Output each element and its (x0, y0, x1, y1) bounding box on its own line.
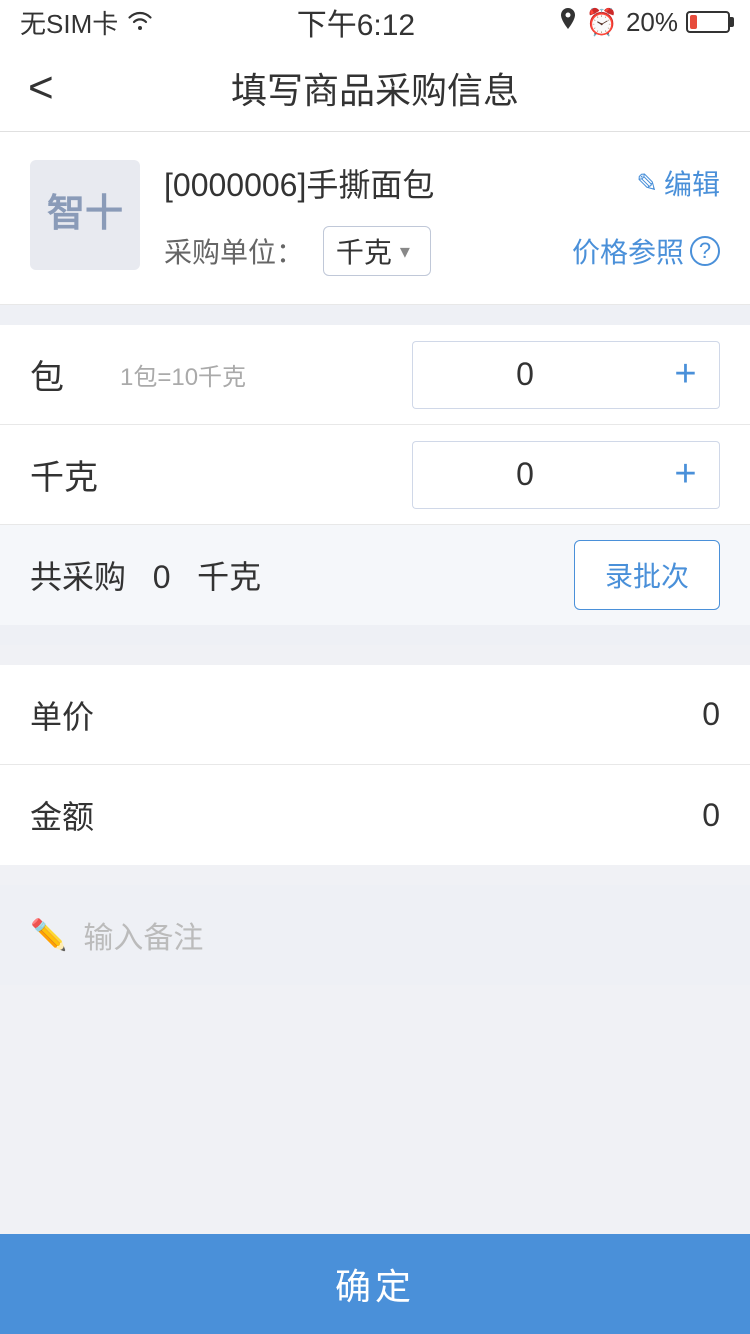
price-ref-label: 价格参照 (572, 231, 684, 271)
unit-price-label: 单价 (30, 692, 94, 738)
pencil-icon: ✏️ (30, 918, 67, 953)
remark-section[interactable]: ✏️ 输入备注 (0, 885, 750, 985)
qty-input-bag[interactable] (412, 341, 652, 409)
total-row: 共采购 0 千克 录批次 (0, 525, 750, 625)
page-title: 填写商品采购信息 (231, 62, 519, 114)
back-button[interactable]: < (28, 66, 54, 110)
qty-sub-label-bag: 1包=10千克 (120, 357, 246, 392)
product-logo: 智十 (47, 194, 123, 236)
quantity-section: 包 1包=10千克 + 千克 + 共采购 0 千克 录批次 (0, 325, 750, 625)
unit-label: 采购单位： (164, 237, 304, 268)
nav-bar: < 填写商品采购信息 (0, 44, 750, 132)
product-unit-row: 采购单位： 千克 ▾ 价格参照 ? (164, 226, 720, 276)
product-full-name: [0000006]手撕面包 (164, 160, 434, 206)
quantity-row-kg: 千克 + (0, 425, 750, 525)
battery-percent: 20% (626, 7, 678, 38)
price-section: 单价 0 金额 0 (0, 665, 750, 865)
qty-input-kg[interactable] (412, 441, 652, 509)
location-icon (558, 7, 578, 38)
confirm-button[interactable]: 确定 (0, 1234, 750, 1334)
qty-label-bag: 包 (30, 350, 110, 399)
status-right: ⏰ 20% (558, 7, 730, 38)
product-card: 智十 [0000006]手撕面包 ✎ 编辑 采购单位： 千克 ▾ (0, 132, 750, 305)
price-reference-button[interactable]: 价格参照 ? (572, 231, 720, 271)
qty-plus-button-bag[interactable]: + (652, 341, 720, 409)
alarm-icon: ⏰ (586, 7, 618, 38)
unit-select[interactable]: 千克 ▾ (323, 226, 431, 276)
section-divider-2 (0, 625, 750, 645)
qty-input-wrap-kg: + (412, 441, 720, 509)
price-row-unit: 单价 0 (0, 665, 750, 765)
edit-label: 编辑 (664, 163, 720, 203)
qty-plus-button-kg[interactable]: + (652, 441, 720, 509)
amount-value: 0 (702, 797, 720, 834)
wifi-icon (126, 7, 154, 38)
total-label: 共采购 (30, 559, 126, 595)
remark-placeholder: 输入备注 (83, 913, 203, 957)
total-text: 共采购 0 千克 (30, 552, 261, 598)
total-unit: 千克 (197, 559, 261, 595)
unit-selector-wrap: 采购单位： 千克 ▾ (164, 226, 431, 276)
qty-input-wrap-bag: + (412, 341, 720, 409)
edit-icon: ✎ (636, 168, 658, 199)
dropdown-arrow-icon: ▾ (400, 239, 410, 264)
product-name-row: [0000006]手撕面包 ✎ 编辑 (164, 160, 720, 206)
qty-label-kg: 千克 (30, 450, 110, 499)
status-time: 下午6:12 (297, 0, 415, 44)
status-bar: 无SIM卡 下午6:12 ⏰ 20% (0, 0, 750, 44)
edit-button[interactable]: ✎ 编辑 (636, 163, 720, 203)
unit-price-value: 0 (702, 696, 720, 733)
main-content: 智十 [0000006]手撕面包 ✎ 编辑 采购单位： 千克 ▾ (0, 132, 750, 1085)
status-left: 无SIM卡 (20, 4, 154, 41)
section-divider-1 (0, 305, 750, 325)
product-thumbnail: 智十 (30, 160, 140, 270)
carrier-text: 无SIM卡 (20, 4, 118, 41)
price-row-amount: 金额 0 (0, 765, 750, 865)
product-info: [0000006]手撕面包 ✎ 编辑 采购单位： 千克 ▾ 价格参照 ? (164, 160, 720, 276)
amount-label: 金额 (30, 792, 94, 838)
info-icon: ? (690, 236, 720, 266)
batch-button[interactable]: 录批次 (574, 540, 720, 610)
quantity-row-bag: 包 1包=10千克 + (0, 325, 750, 425)
battery-icon (686, 11, 730, 33)
unit-value: 千克 (336, 231, 392, 271)
total-value: 0 (153, 559, 171, 595)
